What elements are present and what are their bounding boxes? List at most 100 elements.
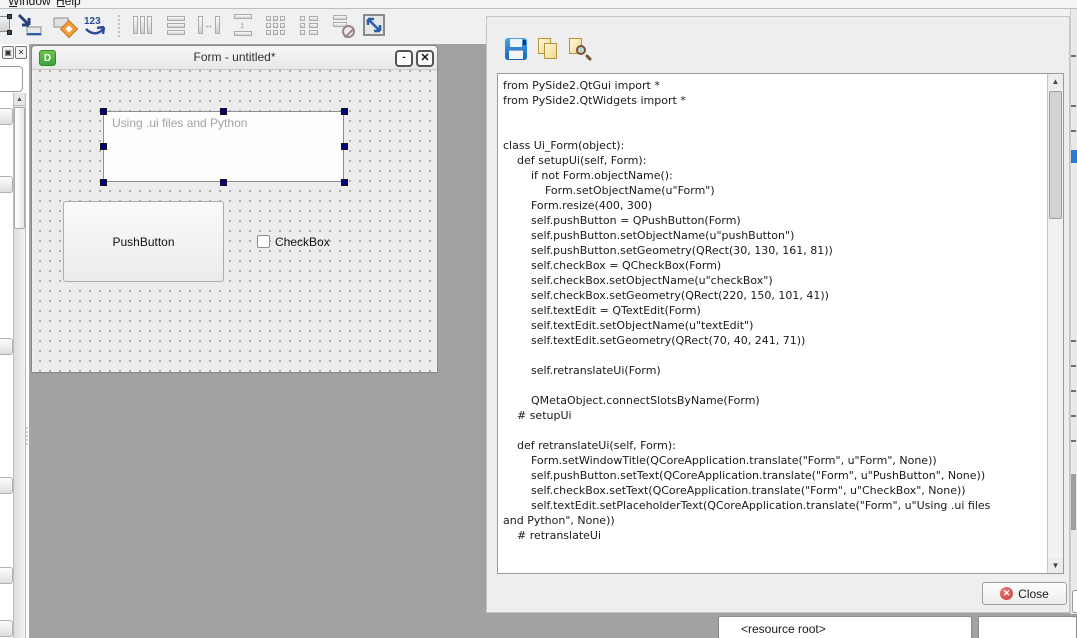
scrollbar-thumb[interactable] xyxy=(1049,91,1062,219)
widget-category-button[interactable] xyxy=(0,620,13,637)
scroll-down-icon[interactable]: ▼ xyxy=(1048,558,1063,573)
textedit-placeholder: Using .ui files and Python xyxy=(112,116,247,130)
code-text: from PySide2.QtGui import *from PySide2.… xyxy=(503,78,1045,543)
mnemonic-underline xyxy=(9,6,17,7)
layout-split-vertical-icon[interactable]: ↕ xyxy=(230,12,257,39)
no-entry-glyph xyxy=(342,25,355,38)
code-line: # retranslateUi xyxy=(503,528,1045,543)
form-close-button[interactable]: ✕ xyxy=(416,50,434,67)
resource-preview-panel xyxy=(978,616,1077,638)
selection-handle[interactable] xyxy=(341,179,348,186)
widget-filter-input[interactable] xyxy=(0,66,23,92)
code-line: and Python", None)) xyxy=(503,513,1045,528)
checkbox-widget[interactable]: CheckBox xyxy=(253,221,354,262)
tree-branch-tick xyxy=(1071,365,1076,367)
resource-browser-panel: <resource root> xyxy=(718,616,972,638)
layout-split-horizontal-icon[interactable]: ↔ xyxy=(196,12,223,39)
property-panel-sliver xyxy=(1070,9,1077,614)
code-line xyxy=(503,423,1045,438)
code-line: class Ui_Form(object): xyxy=(503,138,1045,153)
code-line: self.textEdit.setGeometry(QRect(70, 40, … xyxy=(503,333,1045,348)
code-line: from PySide2.QtGui import * xyxy=(503,78,1045,93)
close-button[interactable]: ✕ Close xyxy=(982,582,1067,605)
mnemonic-underline xyxy=(57,6,65,7)
dock-float-icon[interactable]: ▣ xyxy=(2,46,14,59)
code-line: self.retranslateUi(Form) xyxy=(503,363,1045,378)
code-preview-dialog: from PySide2.QtGui import *from PySide2.… xyxy=(486,16,1070,613)
widget-category-button[interactable] xyxy=(0,108,13,125)
form-canvas[interactable]: Using .ui files and Python PushButton Ch… xyxy=(32,70,437,372)
break-layout-icon[interactable] xyxy=(329,12,356,39)
selection-handle[interactable] xyxy=(341,143,348,150)
code-viewer[interactable]: from PySide2.QtGui import *from PySide2.… xyxy=(497,73,1064,574)
tree-branch-tick xyxy=(1071,55,1076,57)
code-line: Form.resize(400, 300) xyxy=(503,198,1045,213)
edit-buddies-icon[interactable] xyxy=(52,12,79,39)
selection-handle[interactable] xyxy=(220,108,227,115)
menu-bar: Window Help xyxy=(0,0,1077,9)
edit-signals-slots-icon[interactable] xyxy=(16,12,43,39)
buddy-tag-glyph xyxy=(52,12,79,39)
code-line: Form.setWindowTitle(QCoreApplication.tra… xyxy=(503,453,1045,468)
selection-handle[interactable] xyxy=(100,108,107,115)
widget-box-scrollbar[interactable]: ▲ xyxy=(13,93,26,638)
form-window-titlebar[interactable]: D Form - untitled* - ✕ xyxy=(32,46,437,70)
layout-vertically-icon[interactable] xyxy=(163,12,190,39)
copy-all-icon[interactable] xyxy=(537,38,560,61)
widget-category-button[interactable] xyxy=(0,176,13,193)
code-line xyxy=(503,378,1045,393)
scroll-up-icon[interactable]: ▲ xyxy=(14,93,25,106)
edit-widgets-icon[interactable] xyxy=(0,12,12,39)
widget-category-button[interactable] xyxy=(0,338,13,355)
code-line: self.textEdit.setPlaceholderText(QCoreAp… xyxy=(503,498,1045,513)
selection-handle[interactable] xyxy=(100,143,107,150)
resource-root-item[interactable]: <resource root> xyxy=(741,622,826,636)
floppy-glyph xyxy=(505,38,527,60)
layout-grid-icon[interactable] xyxy=(263,12,290,39)
code-line: self.checkBox = QCheckBox(Form) xyxy=(503,258,1045,273)
close-button-label: Close xyxy=(1018,587,1049,601)
widget-category-button[interactable] xyxy=(0,567,13,584)
tab-order-123-glyph: 123 xyxy=(82,12,109,39)
selection-handle[interactable] xyxy=(341,108,348,115)
textedit-widget[interactable]: Using .ui files and Python xyxy=(103,111,344,182)
code-line: from PySide2.QtWidgets import * xyxy=(503,93,1045,108)
magnifier-glyph xyxy=(576,45,586,55)
splitter-handle[interactable] xyxy=(26,427,29,445)
form-editor-window: D Form - untitled* - ✕ Using .ui files a… xyxy=(31,45,438,373)
scroll-up-icon[interactable]: ▲ xyxy=(1048,74,1063,89)
layout-form-icon[interactable] xyxy=(296,12,323,39)
close-circle-icon: ✕ xyxy=(1000,587,1013,600)
selected-row-sliver[interactable] xyxy=(1071,150,1077,163)
edit-tab-order-icon[interactable]: 123 xyxy=(82,12,109,39)
pushbutton-widget[interactable]: PushButton xyxy=(63,201,224,282)
selection-handle[interactable] xyxy=(100,179,107,186)
dock-close-icon[interactable]: ✕ xyxy=(15,46,27,59)
widget-category-button[interactable] xyxy=(0,477,13,494)
code-line: if not Form.objectName(): xyxy=(503,168,1045,183)
selection-handle[interactable] xyxy=(220,179,227,186)
tree-branch-tick xyxy=(1071,105,1076,107)
code-line: self.pushButton.setGeometry(QRect(30, 13… xyxy=(503,243,1045,258)
code-line: self.textEdit.setObjectName(u"textEdit") xyxy=(503,318,1045,333)
code-line xyxy=(503,108,1045,123)
code-scrollbar[interactable]: ▲ ▼ xyxy=(1047,74,1063,573)
layout-horizontally-icon[interactable] xyxy=(130,12,157,39)
widget-box-panel: ▣ ✕ ▲ xyxy=(0,44,30,638)
qt-designer-screen: { "menu_bar": { "items": ["Window", "Hel… xyxy=(0,0,1077,638)
code-line xyxy=(503,348,1045,363)
tree-branch-tick xyxy=(1071,130,1076,132)
checkbox-indicator[interactable] xyxy=(257,235,270,248)
code-line: def setupUi(self, Form): xyxy=(503,153,1045,168)
form-minimize-button[interactable]: - xyxy=(395,50,413,67)
form-window-title: Form - untitled* xyxy=(32,50,437,64)
code-line: # setupUi xyxy=(503,408,1045,423)
save-icon[interactable] xyxy=(505,38,528,61)
adjust-size-icon[interactable] xyxy=(361,12,388,39)
find-icon[interactable] xyxy=(568,38,591,61)
scrollbar-thumb-sliver[interactable] xyxy=(1071,474,1076,530)
svg-text:123: 123 xyxy=(84,16,101,27)
tree-branch-tick xyxy=(1071,340,1076,342)
scrollbar-thumb[interactable] xyxy=(14,107,25,229)
checkbox-label: CheckBox xyxy=(275,235,330,249)
